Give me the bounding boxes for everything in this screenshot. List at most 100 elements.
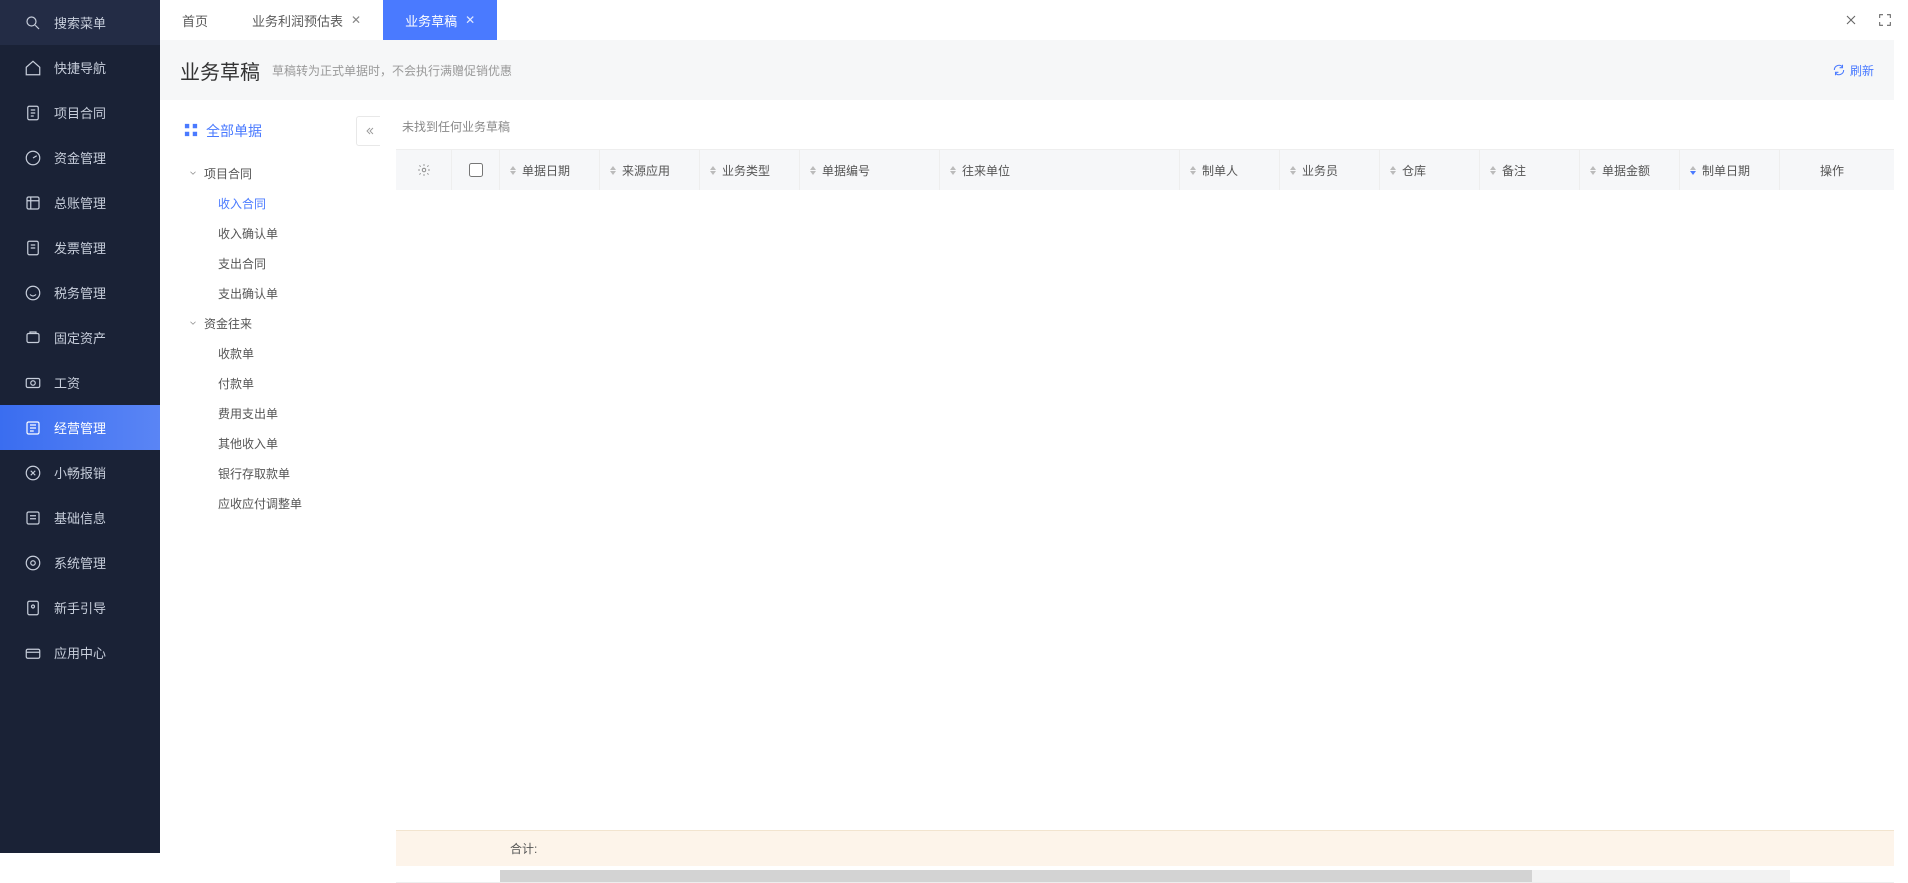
nav-item-search[interactable]: 搜索菜单: [0, 0, 160, 45]
close-icon[interactable]: ✕: [351, 13, 361, 27]
nav-item-label: 小畅报销: [54, 463, 106, 482]
tree-leaf[interactable]: 其他收入单: [182, 428, 380, 458]
column-header[interactable]: 制单日期: [1680, 150, 1780, 190]
column-header-label: 业务类型: [722, 162, 770, 179]
tree-leaf-label: 收入合同: [218, 195, 266, 212]
table-settings-button[interactable]: [396, 150, 452, 190]
category-panel-title[interactable]: 全部单据: [206, 121, 262, 141]
sort-icon[interactable]: [1590, 166, 1596, 175]
nav-item-home[interactable]: 快捷导航: [0, 45, 160, 90]
sort-icon[interactable]: [1490, 166, 1496, 175]
column-header[interactable]: 备注: [1480, 150, 1580, 190]
sort-icon[interactable]: [510, 166, 516, 175]
tree-leaf[interactable]: 应收应付调整单: [182, 488, 380, 518]
nav-item-info[interactable]: 基础信息: [0, 495, 160, 540]
tree-leaf[interactable]: 支出确认单: [182, 278, 380, 308]
column-header[interactable]: 单据金额: [1580, 150, 1680, 190]
sort-icon[interactable]: [1290, 166, 1296, 175]
tree-group[interactable]: 资金往来: [182, 308, 380, 338]
tab-label: 业务利润预估表: [252, 11, 343, 30]
nav-item-business[interactable]: 经营管理: [0, 405, 160, 450]
sort-icon[interactable]: [810, 166, 816, 175]
invoice-icon: [24, 239, 42, 257]
column-header[interactable]: 业务员: [1280, 150, 1380, 190]
nav-item-label: 新手引导: [54, 598, 106, 617]
nav-item-asset[interactable]: 固定资产: [0, 315, 160, 360]
sort-icon[interactable]: [1690, 166, 1696, 175]
tab-1[interactable]: 业务利润预估表 ✕: [230, 0, 383, 40]
refresh-button[interactable]: 刷新: [1832, 62, 1874, 79]
nav-item-expense[interactable]: 小畅报销: [0, 450, 160, 495]
home-icon: [24, 59, 42, 77]
nav-item-label: 总账管理: [54, 193, 106, 212]
collapse-panel-button[interactable]: [356, 116, 380, 146]
nav-item-dashboard[interactable]: 资金管理: [0, 135, 160, 180]
sort-icon[interactable]: [950, 166, 956, 175]
refresh-label: 刷新: [1850, 62, 1874, 79]
tree-leaf-label: 费用支出单: [218, 405, 278, 422]
nav-item-label: 发票管理: [54, 238, 106, 257]
tab-label: 首页: [182, 11, 208, 30]
tree-leaf[interactable]: 支出合同: [182, 248, 380, 278]
column-header[interactable]: 制单人: [1180, 150, 1280, 190]
tree-leaf[interactable]: 付款单: [182, 368, 380, 398]
doc-icon: [24, 104, 42, 122]
column-header[interactable]: 往来单位: [940, 150, 1180, 190]
column-header[interactable]: 单据日期: [500, 150, 600, 190]
nav-item-label: 系统管理: [54, 553, 106, 572]
column-header-label: 仓库: [1402, 162, 1426, 179]
nav-item-system[interactable]: 系统管理: [0, 540, 160, 585]
column-header[interactable]: 仓库: [1380, 150, 1480, 190]
column-header-ops: 操作: [1780, 150, 1884, 190]
tree-leaf[interactable]: 银行存取款单: [182, 458, 380, 488]
nav-item-invoice[interactable]: 发票管理: [0, 225, 160, 270]
tab-2[interactable]: 业务草稿 ✕: [383, 0, 497, 40]
tree-leaf[interactable]: 收款单: [182, 338, 380, 368]
nav-item-tax[interactable]: 税务管理: [0, 270, 160, 315]
column-header-label: 单据日期: [522, 162, 570, 179]
nav-item-ledger[interactable]: 总账管理: [0, 180, 160, 225]
sort-icon[interactable]: [1190, 166, 1196, 175]
ledger-icon: [24, 194, 42, 212]
close-all-tabs-icon[interactable]: [1836, 5, 1866, 35]
tab-label: 业务草稿: [405, 11, 457, 30]
nav-item-doc[interactable]: 项目合同: [0, 90, 160, 135]
nav-item-guide[interactable]: 新手引导: [0, 585, 160, 630]
tab-0[interactable]: 首页: [160, 0, 230, 40]
select-all-checkbox[interactable]: [469, 163, 483, 177]
column-header[interactable]: 单据编号: [800, 150, 940, 190]
column-header-label: 制单日期: [1702, 162, 1750, 179]
tree-leaf-label: 付款单: [218, 375, 254, 392]
salary-icon: [24, 374, 42, 392]
column-header[interactable]: 来源应用: [600, 150, 700, 190]
footer-total-label: 合计:: [500, 840, 547, 857]
horizontal-scrollbar[interactable]: [500, 870, 1790, 882]
sort-icon[interactable]: [710, 166, 716, 175]
tree-leaf[interactable]: 费用支出单: [182, 398, 380, 428]
category-tree: 项目合同收入合同收入确认单支出合同支出确认单资金往来收款单付款单费用支出单其他收…: [170, 154, 380, 518]
close-icon[interactable]: ✕: [465, 13, 475, 27]
table-body: [396, 190, 1894, 830]
column-header[interactable]: 业务类型: [700, 150, 800, 190]
column-header-label: 单据金额: [1602, 162, 1650, 179]
system-icon: [24, 554, 42, 572]
horizontal-scrollbar-thumb[interactable]: [500, 870, 1532, 882]
nav-item-apps[interactable]: 应用中心: [0, 630, 160, 675]
select-all-cell[interactable]: [452, 150, 500, 190]
tree-group[interactable]: 项目合同: [182, 158, 380, 188]
tree-leaf[interactable]: 收入确认单: [182, 218, 380, 248]
column-header-label: 单据编号: [822, 162, 870, 179]
tree-leaf[interactable]: 收入合同: [182, 188, 380, 218]
sort-icon[interactable]: [610, 166, 616, 175]
nav-item-salary[interactable]: 工资: [0, 360, 160, 405]
nav-item-label: 项目合同: [54, 103, 106, 122]
sort-icon[interactable]: [1390, 166, 1396, 175]
tree-leaf-label: 支出合同: [218, 255, 266, 272]
tree-leaf-label: 支出确认单: [218, 285, 278, 302]
tree-group-label: 项目合同: [204, 165, 252, 182]
info-icon: [24, 509, 42, 527]
tree-leaf-label: 收入确认单: [218, 225, 278, 242]
fullscreen-icon[interactable]: [1870, 5, 1900, 35]
business-icon: [24, 419, 42, 437]
refresh-icon: [1832, 63, 1846, 77]
